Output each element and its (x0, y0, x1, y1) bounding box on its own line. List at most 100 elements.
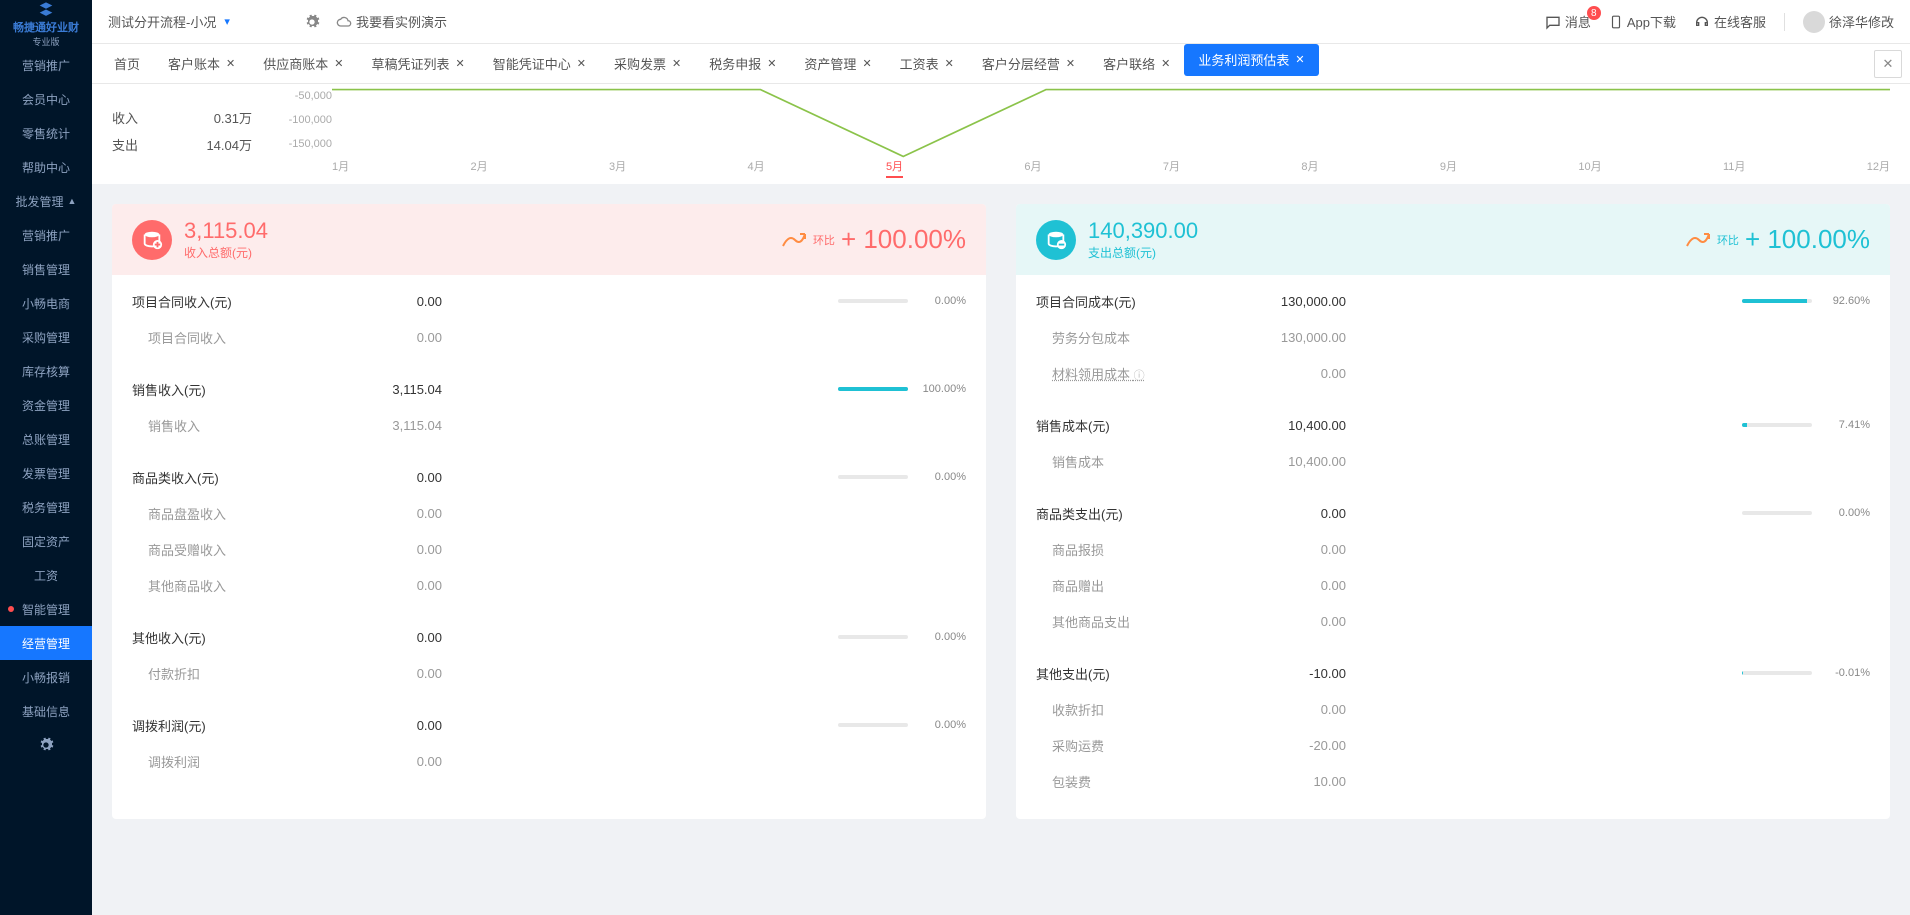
line-label: 商品报损 (1036, 540, 1186, 559)
month-label[interactable]: 3月 (609, 158, 626, 178)
percent-label: 0.00% (1822, 507, 1870, 519)
tab[interactable]: 业务利润预估表✕ (1184, 44, 1318, 76)
sidebar-settings[interactable] (0, 728, 92, 762)
workflow-settings-button[interactable] (304, 14, 320, 30)
month-label[interactable]: 2月 (470, 158, 487, 178)
tab[interactable]: 工资表✕ (886, 44, 968, 84)
tab-label: 采购发票 (614, 54, 666, 73)
sidebar-item[interactable]: 库存核算 (0, 354, 92, 388)
line-item: 其他收入(元)0.000.00% (132, 619, 966, 655)
line-label: 其他商品收入 (132, 576, 282, 595)
month-label[interactable]: 8月 (1301, 158, 1318, 178)
line-item: 项目合同收入(元)0.000.00% (132, 283, 966, 319)
line-value: 0.00 (1186, 506, 1346, 521)
close-all-tabs-button[interactable]: ✕ (1874, 50, 1902, 78)
line-label: 材料领用成本 ⓘ (1036, 364, 1186, 383)
close-icon[interactable]: ✕ (226, 57, 235, 70)
line-item: 商品盘盈收入0.00 (132, 495, 966, 531)
help-icon[interactable]: ⓘ (1134, 370, 1145, 382)
month-label[interactable]: 12月 (1867, 158, 1890, 178)
sidebar-item[interactable]: 批发管理▲ (0, 184, 92, 218)
tab[interactable]: 客户分层经营 ✕ (968, 44, 1089, 84)
month-label[interactable]: 11月 (1723, 158, 1745, 178)
month-label[interactable]: 7月 (1163, 158, 1180, 178)
month-label[interactable]: 9月 (1440, 158, 1457, 178)
sidebar-item[interactable]: 基础信息 (0, 694, 92, 728)
tab[interactable]: 税务申报✕ (695, 44, 790, 84)
tab[interactable]: 首页 (100, 44, 154, 84)
tab[interactable]: 草稿凭证列表✕ (357, 44, 478, 84)
line-item: 销售收入(元)3,115.04100.00% (132, 371, 966, 407)
sidebar-item[interactable]: 小畅报销 (0, 660, 92, 694)
summary-income-label: 收入 (112, 108, 138, 127)
progress-bar (838, 299, 908, 303)
sidebar-item[interactable]: 总账管理 (0, 422, 92, 456)
sidebar-item[interactable]: 帮助中心 (0, 150, 92, 184)
month-label[interactable]: 1月 (332, 158, 349, 178)
brand-name: 畅捷通好业财 (13, 19, 79, 35)
user-menu[interactable]: 徐泽华修改 (1803, 11, 1894, 33)
trend-label: 环比 (1717, 232, 1739, 248)
tab[interactable]: 采购发票 ✕ (600, 44, 695, 84)
tab[interactable]: 智能凭证中心✕ (479, 44, 600, 84)
close-icon[interactable]: ✕ (945, 57, 954, 70)
month-label[interactable]: 4月 (747, 158, 764, 178)
close-icon[interactable]: ✕ (577, 57, 586, 70)
percent-label: 0.00% (918, 295, 966, 307)
sidebar-item[interactable]: 税务管理 (0, 490, 92, 524)
sidebar-item[interactable]: 营销推广 (0, 48, 92, 82)
sidebar-item[interactable]: 会员中心 (0, 82, 92, 116)
line-value: 0.00 (1186, 702, 1346, 717)
workflow-selector[interactable]: 测试分开流程-小况 ▾ (108, 12, 288, 31)
line-value: 0.00 (282, 330, 442, 345)
close-icon[interactable]: ✕ (672, 57, 681, 70)
y-tick: -100,000 (272, 114, 332, 126)
line-value: 0.00 (282, 470, 442, 485)
line-value: 10,400.00 (1186, 418, 1346, 433)
sidebar-item[interactable]: 零售统计 (0, 116, 92, 150)
line-item: 其他商品支出0.00 (1036, 603, 1870, 639)
close-icon[interactable]: ✕ (1066, 57, 1075, 70)
message-badge: 8 (1587, 6, 1601, 20)
month-label[interactable]: 10月 (1578, 158, 1601, 178)
income-icon (132, 220, 172, 260)
line-item: 材料领用成本 ⓘ0.00 (1036, 355, 1870, 391)
line-item: 商品报损0.00 (1036, 531, 1870, 567)
sidebar-item[interactable]: 工资 (0, 558, 92, 592)
close-icon[interactable]: ✕ (334, 57, 343, 70)
close-icon[interactable]: ✕ (1161, 57, 1170, 70)
sidebar-item[interactable]: 小畅电商 (0, 286, 92, 320)
user-name: 徐泽华修改 (1829, 12, 1894, 31)
sidebar-item[interactable]: 采购管理 (0, 320, 92, 354)
sidebar-item[interactable]: 发票管理 (0, 456, 92, 490)
sidebar-item[interactable]: 智能管理 (0, 592, 92, 626)
sidebar-item[interactable]: 经营管理 (0, 626, 92, 660)
sidebar-item[interactable]: 销售管理 (0, 252, 92, 286)
support-label: 在线客服 (1714, 12, 1766, 31)
close-icon[interactable]: ✕ (767, 57, 776, 70)
sidebar-item[interactable]: 资金管理 (0, 388, 92, 422)
tab[interactable]: 资产管理✕ (790, 44, 885, 84)
summary-expense-label: 支出 (112, 135, 138, 154)
message-button[interactable]: 消息 8 (1545, 12, 1591, 31)
tab[interactable]: 客户联络✕ (1089, 44, 1184, 84)
expense-icon (1036, 220, 1076, 260)
close-icon[interactable]: ✕ (1295, 53, 1304, 66)
demo-link[interactable]: 我要看实例演示 (336, 12, 447, 31)
sidebar-item[interactable]: 营销推广 (0, 218, 92, 252)
line-label: 销售收入 (132, 416, 282, 435)
line-item: 其他支出(元)-10.00-0.01% (1036, 655, 1870, 691)
support-button[interactable]: 在线客服 (1694, 12, 1766, 31)
close-icon[interactable]: ✕ (456, 57, 465, 70)
month-label[interactable]: 6月 (1024, 158, 1041, 178)
tab-label: 供应商账本 (263, 54, 328, 73)
tab-label: 客户分层经营 (982, 54, 1060, 73)
gear-icon (304, 14, 320, 30)
app-download-button[interactable]: App下载 (1609, 12, 1676, 31)
sidebar-item[interactable]: 固定资产 (0, 524, 92, 558)
close-icon[interactable]: ✕ (862, 57, 871, 70)
month-label[interactable]: 5月 (886, 158, 903, 178)
tab[interactable]: 客户账本✕ (154, 44, 249, 84)
tab[interactable]: 供应商账本 ✕ (249, 44, 357, 84)
line-value: 0.00 (1186, 366, 1346, 381)
